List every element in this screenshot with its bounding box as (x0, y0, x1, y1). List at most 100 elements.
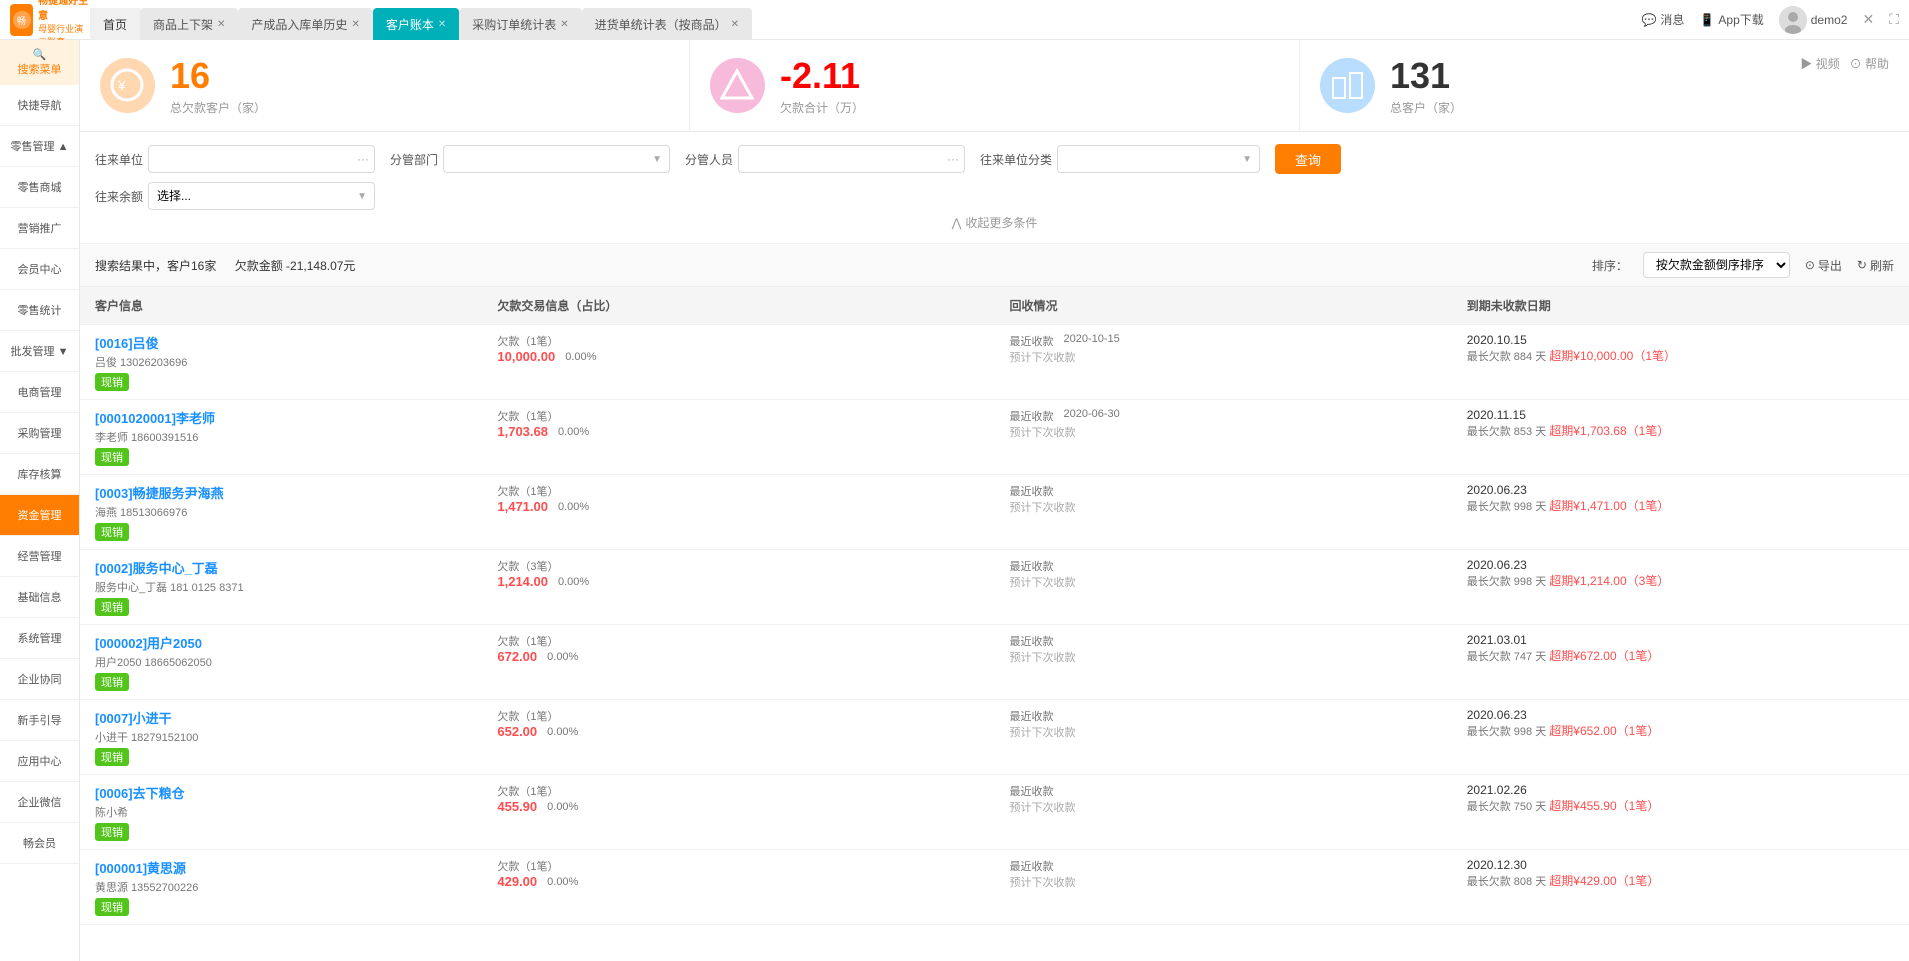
sidebar-item-inventory[interactable]: 库存核算 (0, 454, 79, 495)
tab-production-history-close[interactable]: ✕ (351, 19, 359, 30)
tab-purchase-stats-close[interactable]: ✕ (731, 19, 739, 30)
sidebar-search[interactable]: 🔍 搜索菜单 (0, 40, 79, 85)
overdue-amount-link-2[interactable]: 超期¥1,471.00（1笔） (1549, 499, 1669, 513)
sidebar-item-retail-mgmt[interactable]: 零售管理 ▲ (0, 126, 79, 167)
sidebar-retail-stats-label: 零售统计 (18, 305, 62, 317)
overdue-amount-link-3[interactable]: 超期¥1,214.00（3笔） (1549, 574, 1669, 588)
customer-name-link-5[interactable]: [0007]小进干 (95, 711, 172, 726)
overdue-amount-link-5[interactable]: 超期¥652.00（1笔） (1549, 724, 1659, 738)
customer-phone-3: 服务中心_丁磊 181 0125 8371 (95, 579, 467, 595)
customer-name-link-6[interactable]: [0006]去下粮仓 (95, 786, 185, 801)
overdue-amount-link-1[interactable]: 超期¥1,703.68（1笔） (1549, 424, 1669, 438)
overdue-amount-link-7[interactable]: 超期¥429.00（1笔） (1549, 874, 1659, 888)
sidebar-item-batch-mgmt[interactable]: 批发管理 ▼ (0, 331, 79, 372)
tab-production-history[interactable]: 产成品入库单历史 ✕ (238, 8, 372, 40)
filter-unit-category: 往来单位分类 ▼ (980, 145, 1260, 173)
sort-select[interactable]: 按欠款金额倒序排序 (1643, 252, 1790, 278)
overdue-amount-link-6[interactable]: 超期¥455.90（1笔） (1549, 799, 1659, 813)
sidebar-item-marketing[interactable]: 营销推广 (0, 208, 79, 249)
search-button[interactable]: 查询 (1275, 144, 1341, 174)
owe-pct-2: 0.00% (558, 501, 589, 513)
filter-row-1: 往来单位 ··· 分管部门 ▼ 分管人员 (95, 144, 1894, 174)
sidebar-item-new-guide[interactable]: 新手引导 (0, 700, 79, 741)
stat-info-owe-total: -2.11 欠款合计（万） (780, 55, 864, 116)
sidebar-item-member[interactable]: 会员中心 (0, 249, 79, 290)
sidebar-item-system[interactable]: 系统管理 (0, 618, 79, 659)
tab-home[interactable]: 首页 (90, 8, 140, 40)
cell-repay-7: 最近收款 预计下次收款 (994, 850, 1451, 925)
customer-phone-4: 用户2050 18665062050 (95, 654, 467, 670)
video-icon: ▶ (1800, 57, 1812, 71)
manager-input[interactable] (738, 145, 965, 173)
cell-customer-0: [0016]吕俊 吕俊 13026203696 现销 (80, 325, 482, 400)
unit-category-select[interactable] (1057, 145, 1260, 173)
owe-pct-5: 0.00% (547, 726, 578, 738)
balance-select[interactable]: 选择... (148, 182, 375, 210)
sidebar-item-operations[interactable]: 经营管理 (0, 536, 79, 577)
result-actions: 排序： 按欠款金额倒序排序 ⊙ 导出 ↻ 刷新 (1592, 252, 1894, 278)
result-info-bar: 搜索结果中，客户16家 欠款金额 -21,148.07元 排序： 按欠款金额倒序… (80, 244, 1909, 287)
tab-product-listing-close[interactable]: ✕ (217, 19, 225, 30)
source-unit-label: 往来单位 (95, 151, 143, 168)
collapse-btn[interactable]: ⋀ 收起更多条件 (95, 214, 1894, 231)
department-select[interactable] (443, 145, 670, 173)
sidebar-item-quick-nav[interactable]: 快捷导航 (0, 85, 79, 126)
refresh-btn[interactable]: ↻ 刷新 (1857, 257, 1894, 274)
overdue-date-4: 2021.03.01 (1467, 633, 1894, 647)
overdue-amount-link-0[interactable]: 超期¥10,000.00（1笔） (1549, 349, 1676, 363)
sidebar-item-enterprise[interactable]: 企业协同 (0, 659, 79, 700)
sidebar-item-purchase[interactable]: 采购管理 (0, 413, 79, 454)
stats-row: ¥ 16 总欠款客户（家） -2.11 欠款合计（万） (80, 40, 1909, 132)
cell-customer-4: [000002]用户2050 用户2050 18665062050 现销 (80, 625, 482, 700)
overdue-days-4: 最长欠款 747 天 超期¥672.00（1笔） (1467, 647, 1894, 664)
overdue-amount-link-4[interactable]: 超期¥672.00（1笔） (1549, 649, 1659, 663)
col-customer-info: 客户信息 (80, 287, 482, 325)
tab-customer-account-close[interactable]: ✕ (438, 19, 446, 30)
cell-repay-5: 最近收款 预计下次收款 (994, 700, 1451, 775)
tab-customer-account[interactable]: 客户账本 ✕ (373, 8, 459, 40)
sidebar-item-enterprise-wechat[interactable]: 企业微信 (0, 782, 79, 823)
filter-area: 往来单位 ··· 分管部门 ▼ 分管人员 (80, 132, 1909, 244)
sidebar-item-app-center[interactable]: 应用中心 (0, 741, 79, 782)
help-label: 帮助 (1865, 57, 1889, 71)
table-body: [0016]吕俊 吕俊 13026203696 现销 欠款（1笔） 10,000… (80, 325, 1909, 925)
customer-phone-7: 黄思源 13552700226 (95, 879, 467, 895)
window-close-icon[interactable]: ✕ (1862, 11, 1874, 28)
app-download-btn[interactable]: 📱 App下载 (1699, 11, 1763, 28)
video-btn[interactable]: ▶ 视频 (1800, 55, 1839, 72)
customer-name-link-2[interactable]: [0003]畅捷服务尹海燕 (95, 486, 224, 501)
search-icon: 🔍 (33, 49, 47, 61)
source-unit-dots[interactable]: ··· (357, 152, 369, 166)
cell-repay-4: 最近收款 预计下次收款 (994, 625, 1451, 700)
sidebar-item-vip-member[interactable]: 畅会员 (0, 823, 79, 864)
customer-phone-2: 海燕 18513066976 (95, 504, 467, 520)
source-unit-input[interactable] (148, 145, 375, 173)
message-btn[interactable]: 💬 消息 (1641, 11, 1684, 28)
owe-total-number: -2.11 (780, 55, 864, 97)
customer-name-link-3[interactable]: [0002]服务中心_丁磊 (95, 561, 218, 576)
customer-name-link-4[interactable]: [000002]用户2050 (95, 636, 202, 651)
window-expand-icon[interactable]: ⛶ (1889, 11, 1899, 28)
stat-actions: ▶ 视频 ⊙ 帮助 (1800, 55, 1889, 72)
owe-amount-2: 1,471.00 (497, 499, 548, 514)
sidebar-item-retail-stats[interactable]: 零售统计 (0, 290, 79, 331)
tab-purchase-order-close[interactable]: ✕ (560, 19, 568, 30)
customer-name-link-7[interactable]: [000001]黄思源 (95, 861, 186, 876)
owe-pct-1: 0.00% (558, 426, 589, 438)
manager-dots[interactable]: ··· (947, 152, 959, 166)
sidebar-item-finance[interactable]: 资金管理 (0, 495, 79, 536)
sidebar-item-basic-info[interactable]: 基础信息 (0, 577, 79, 618)
tab-product-listing[interactable]: 商品上下架 ✕ (140, 8, 238, 40)
tab-purchase-order[interactable]: 采购订单统计表 ✕ (459, 8, 581, 40)
customer-tag-0: 现销 (95, 373, 129, 391)
tab-purchase-stats[interactable]: 进货单统计表（按商品） ✕ (582, 8, 752, 40)
customer-name-link-1[interactable]: [0001020001]李老师 (95, 411, 215, 426)
sidebar-item-retail-store[interactable]: 零售商城 (0, 167, 79, 208)
last-pay-label-2: 最近收款 (1009, 483, 1053, 499)
user-avatar-btn[interactable]: demo2 (1779, 6, 1848, 34)
export-btn[interactable]: ⊙ 导出 (1805, 257, 1842, 274)
sidebar-item-ecommerce[interactable]: 电商管理 (0, 372, 79, 413)
help-btn[interactable]: ⊙ 帮助 (1850, 55, 1889, 72)
owe-total-label: 欠款合计（万） (780, 99, 864, 116)
customer-name-link-0[interactable]: [0016]吕俊 (95, 336, 159, 351)
